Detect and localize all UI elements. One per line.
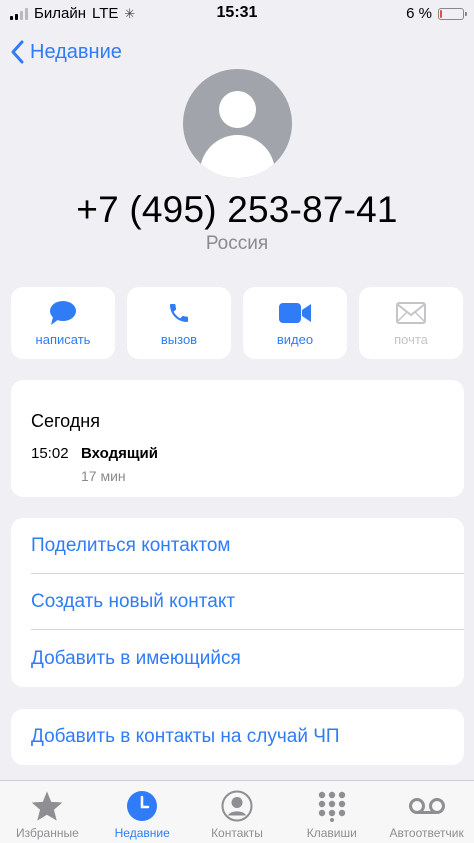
battery-percent: 6 % xyxy=(406,5,432,22)
add-to-existing-button[interactable]: Добавить в имеющийся xyxy=(31,631,464,687)
mail-button[interactable]: почта xyxy=(359,287,463,359)
tab-keypad-label: Клавиши xyxy=(306,826,357,840)
voicemail-icon xyxy=(408,789,445,823)
message-label: написать xyxy=(35,331,91,347)
tab-contacts-label: Контакты xyxy=(211,826,263,840)
contact-options-card: Поделиться контактом Создать новый конта… xyxy=(11,518,464,687)
action-buttons: написать вызов видео почта xyxy=(11,287,463,359)
status-right: 6 % xyxy=(406,5,467,22)
tab-favorites[interactable]: Избранные xyxy=(0,781,95,843)
message-icon xyxy=(49,300,77,326)
phone-icon xyxy=(167,300,191,326)
back-button[interactable]: Недавние xyxy=(10,40,122,64)
emergency-card: Добавить в контакты на случай ЧП xyxy=(11,709,464,765)
tab-recents-label: Недавние xyxy=(114,826,170,840)
video-icon xyxy=(279,300,311,326)
video-label: видео xyxy=(276,331,314,347)
create-contact-button[interactable]: Создать новый контакт xyxy=(31,574,464,630)
tab-bar: Избранные Недавние Контакты Клавиши Авто… xyxy=(0,780,474,843)
share-contact-button[interactable]: Поделиться контактом xyxy=(31,518,464,574)
tab-voicemail-label: Автоответчик xyxy=(389,826,464,840)
chevron-left-icon xyxy=(11,40,24,64)
message-button[interactable]: написать xyxy=(11,287,115,359)
recent-calls-card: Сегодня 15:02 Входящий 17 мин xyxy=(11,380,464,497)
phone-number: +7 (495) 253-87-41 xyxy=(76,189,398,230)
back-label: Недавние xyxy=(30,40,122,63)
mail-label: почта xyxy=(394,331,428,347)
tab-voicemail[interactable]: Автоответчик xyxy=(379,781,474,843)
tab-recents[interactable]: Недавние xyxy=(95,781,190,843)
keypad-icon xyxy=(316,789,348,823)
call-label: вызов xyxy=(160,331,198,347)
country-label: Россия xyxy=(205,233,269,254)
add-emergency-contact-button[interactable]: Добавить в контакты на случай ЧП xyxy=(31,709,464,765)
mail-icon xyxy=(396,300,426,326)
avatar xyxy=(183,69,292,178)
status-bar: Билайн LTE ✳ 15:31 6 % xyxy=(0,0,474,28)
video-button[interactable]: видео xyxy=(243,287,347,359)
call-type: Входящий xyxy=(81,445,158,462)
status-time: 15:31 xyxy=(216,4,258,21)
clock-icon xyxy=(126,789,158,823)
tab-keypad[interactable]: Клавиши xyxy=(284,781,379,843)
recent-day: Сегодня xyxy=(31,411,100,431)
tab-favorites-label: Избранные xyxy=(16,826,79,840)
tab-contacts[interactable]: Контакты xyxy=(190,781,285,843)
call-duration: 17 мин xyxy=(81,468,126,484)
call-time: 15:02 xyxy=(31,445,69,462)
star-icon xyxy=(30,789,64,823)
battery-icon xyxy=(438,7,467,20)
person-icon xyxy=(221,789,253,823)
call-button[interactable]: вызов xyxy=(127,287,231,359)
